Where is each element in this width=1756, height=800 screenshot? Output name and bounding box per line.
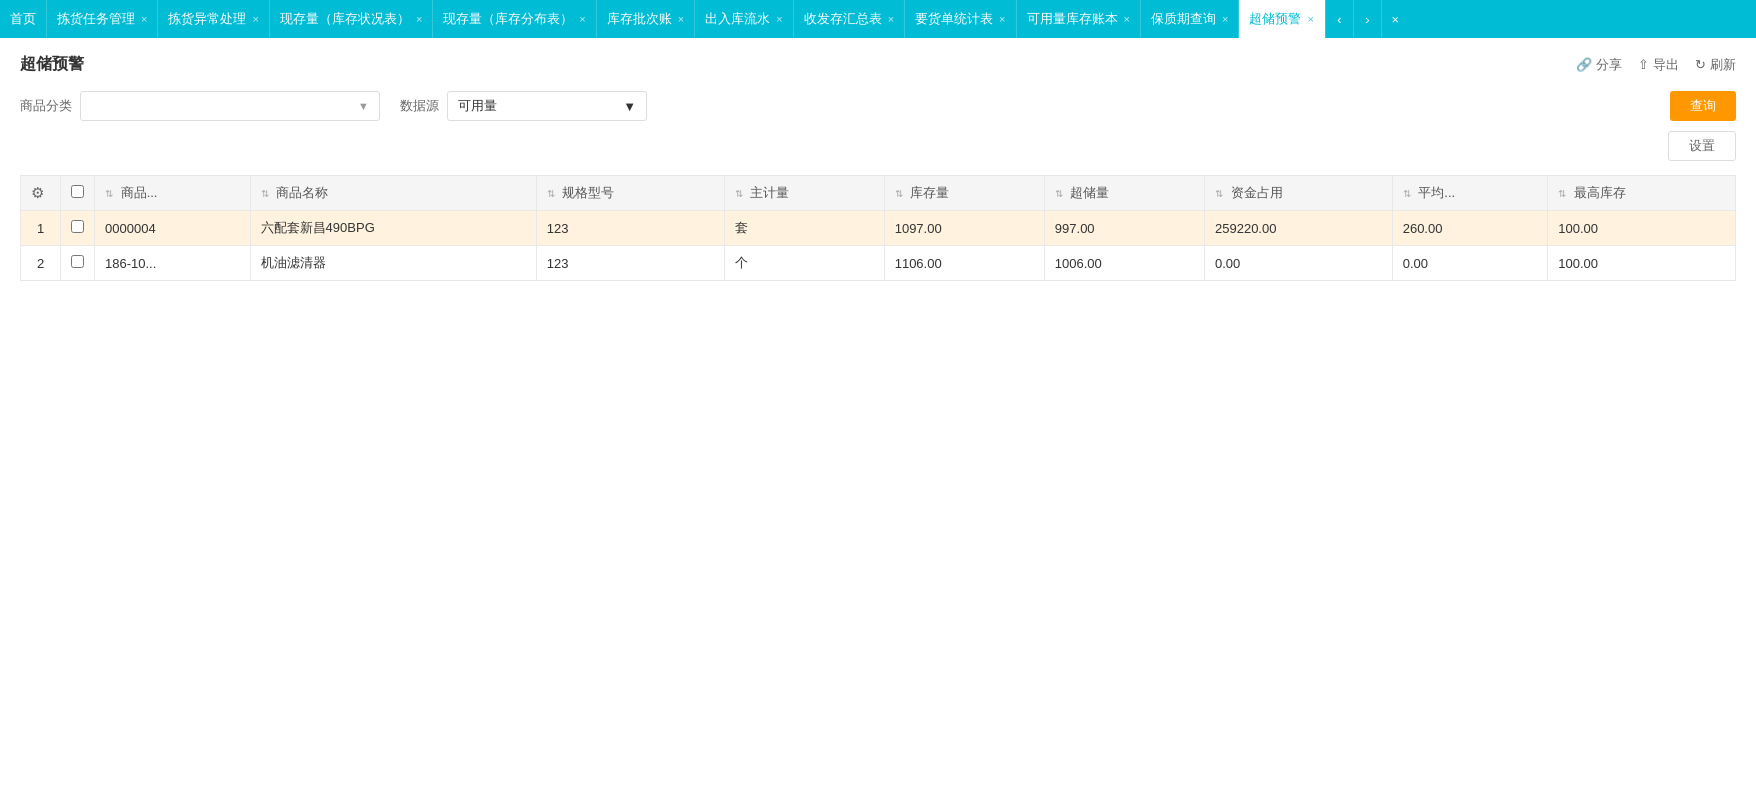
close-icon[interactable]: × (888, 13, 894, 25)
row-checkbox[interactable] (71, 220, 84, 233)
nav-tab-10[interactable]: 保质期查询 × (1141, 0, 1239, 38)
share-icon: 🔗 (1576, 57, 1592, 72)
row-stock: 1097.00 (884, 211, 1044, 246)
nav-tab-5[interactable]: 库存批次账 × (597, 0, 695, 38)
row-avg: 0.00 (1392, 246, 1548, 281)
data-table: ⚙ ⇅ 商品... ⇅ 商品名称 ⇅ 规格型号 ⇅ (20, 175, 1736, 281)
datasource-label: 数据源 (400, 97, 439, 115)
chevron-down-icon: ▼ (358, 100, 369, 112)
row-maxstock: 100.00 (1548, 211, 1736, 246)
row-sku: 186-10... (95, 246, 251, 281)
close-icon[interactable]: × (1307, 13, 1313, 25)
table-header-spec[interactable]: ⇅ 规格型号 (536, 176, 724, 211)
close-icon[interactable]: × (1222, 13, 1228, 25)
nav-tab-4[interactable]: 现存量（库存分布表） × (433, 0, 596, 38)
sort-icon: ⇅ (1055, 188, 1063, 199)
sort-icon: ⇅ (1403, 188, 1411, 199)
datasource-select[interactable]: 可用量 ▼ (447, 91, 647, 121)
close-icon[interactable]: × (141, 13, 147, 25)
close-icon[interactable]: × (678, 13, 684, 25)
nav-tab-home[interactable]: 首页 (0, 0, 47, 38)
datasource-filter: 数据源 可用量 ▼ (400, 91, 647, 121)
filter-buttons: 查询 (1670, 91, 1736, 121)
row-avg: 260.00 (1392, 211, 1548, 246)
sort-icon: ⇅ (735, 188, 743, 199)
row-spec: 123 (536, 211, 724, 246)
nav-tab-2[interactable]: 拣货异常处理 × (158, 0, 269, 38)
nav-tab-7[interactable]: 收发存汇总表 × (794, 0, 905, 38)
table-header-sku[interactable]: ⇅ 商品... (95, 176, 251, 211)
category-filter: 商品分类 ▼ (20, 91, 380, 121)
page-title: 超储预警 (20, 54, 84, 75)
close-icon[interactable]: × (1124, 13, 1130, 25)
table-row[interactable]: 1 0000004 六配套新昌490BPG 123 套 1097.00 997.… (21, 211, 1736, 246)
header-actions: 🔗 分享 ⇧ 导出 ↻ 刷新 (1576, 56, 1736, 74)
sort-icon: ⇅ (547, 188, 555, 199)
select-all-checkbox[interactable] (71, 185, 84, 198)
sort-icon: ⇅ (261, 188, 269, 199)
page-content: 超储预警 🔗 分享 ⇧ 导出 ↻ 刷新 商品分类 ▼ 数据源 (0, 38, 1756, 800)
refresh-icon: ↻ (1695, 57, 1706, 72)
nav-tab-1[interactable]: 拣货任务管理 × (47, 0, 158, 38)
row-checkbox[interactable] (71, 255, 84, 268)
sort-icon: ⇅ (1215, 188, 1223, 199)
row-overstock: 1006.00 (1044, 246, 1204, 281)
close-icon[interactable]: × (999, 13, 1005, 25)
nav-tab-6[interactable]: 出入库流水 × (695, 0, 793, 38)
nav-tab-8[interactable]: 要货单统计表 × (905, 0, 1016, 38)
row-number: 1 (21, 211, 61, 246)
nav-next-button[interactable]: › (1353, 0, 1381, 38)
sort-icon: ⇅ (105, 188, 113, 199)
top-nav: 首页 拣货任务管理 × 拣货异常处理 × 现存量（库存状况表） × 现存量（库存… (0, 0, 1756, 38)
nav-tab-3[interactable]: 现存量（库存状况表） × (270, 0, 433, 38)
table-header-gear: ⚙ (21, 176, 61, 211)
table-header-unit[interactable]: ⇅ 主计量 (724, 176, 884, 211)
table-header-avg[interactable]: ⇅ 平均... (1392, 176, 1548, 211)
page-header: 超储预警 🔗 分享 ⇧ 导出 ↻ 刷新 (20, 54, 1736, 75)
close-icon[interactable]: × (252, 13, 258, 25)
row-number: 2 (21, 246, 61, 281)
row-checkbox-cell (61, 211, 95, 246)
gear-icon[interactable]: ⚙ (31, 184, 44, 201)
sort-icon: ⇅ (1558, 188, 1566, 199)
table-header-stock[interactable]: ⇅ 库存量 (884, 176, 1044, 211)
export-icon: ⇧ (1638, 57, 1649, 72)
row-overstock: 997.00 (1044, 211, 1204, 246)
row-name: 机油滤清器 (250, 246, 536, 281)
filter-row: 商品分类 ▼ 数据源 可用量 ▼ 查询 (20, 91, 1736, 121)
refresh-button[interactable]: ↻ 刷新 (1695, 56, 1736, 74)
share-button[interactable]: 🔗 分享 (1576, 56, 1622, 74)
row-name: 六配套新昌490BPG (250, 211, 536, 246)
nav-tab-9[interactable]: 可用量库存账本 × (1017, 0, 1141, 38)
chevron-down-icon: ▼ (623, 99, 636, 114)
row-capital: 259220.00 (1204, 211, 1392, 246)
table-header-overstock[interactable]: ⇅ 超储量 (1044, 176, 1204, 211)
close-icon[interactable]: × (416, 13, 422, 25)
query-button[interactable]: 查询 (1670, 91, 1736, 121)
row-stock: 1106.00 (884, 246, 1044, 281)
nav-more-button[interactable]: × (1381, 0, 1409, 38)
close-icon[interactable]: × (776, 13, 782, 25)
row-maxstock: 100.00 (1548, 246, 1736, 281)
export-button[interactable]: ⇧ 导出 (1638, 56, 1679, 74)
row-sku: 0000004 (95, 211, 251, 246)
category-select[interactable]: ▼ (80, 91, 380, 121)
close-icon[interactable]: × (579, 13, 585, 25)
nav-tab-active[interactable]: 超储预警 × (1239, 0, 1324, 38)
row-capital: 0.00 (1204, 246, 1392, 281)
row-unit: 个 (724, 246, 884, 281)
table-header-checkbox (61, 176, 95, 211)
table-header-capital[interactable]: ⇅ 资金占用 (1204, 176, 1392, 211)
category-label: 商品分类 (20, 97, 72, 115)
row-unit: 套 (724, 211, 884, 246)
setting-button[interactable]: 设置 (1668, 131, 1736, 161)
row-checkbox-cell (61, 246, 95, 281)
table-header-name[interactable]: ⇅ 商品名称 (250, 176, 536, 211)
table-row[interactable]: 2 186-10... 机油滤清器 123 个 1106.00 1006.00 … (21, 246, 1736, 281)
table-header-maxstock[interactable]: ⇅ 最高库存 (1548, 176, 1736, 211)
datasource-value: 可用量 (458, 97, 497, 115)
row-spec: 123 (536, 246, 724, 281)
nav-prev-button[interactable]: ‹ (1325, 0, 1353, 38)
sort-icon: ⇅ (895, 188, 903, 199)
